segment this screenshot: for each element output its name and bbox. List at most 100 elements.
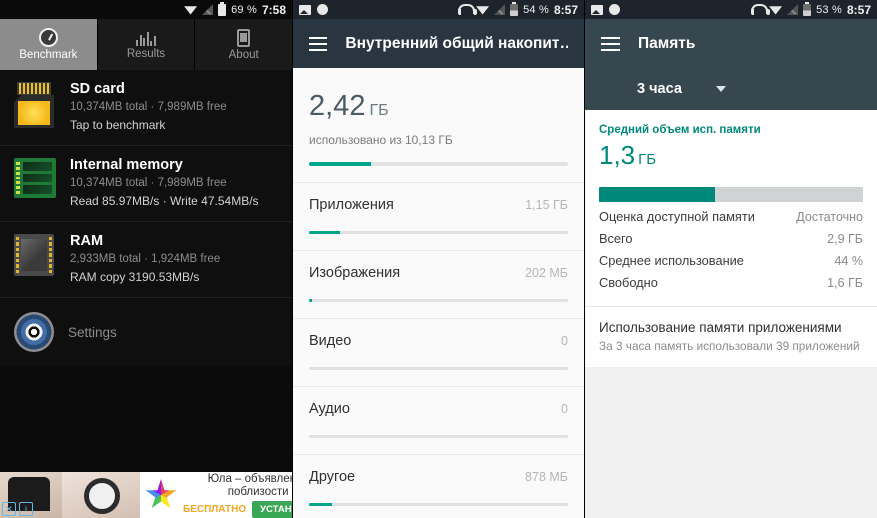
storage-category-bar: [309, 435, 568, 438]
recording-icon: [317, 4, 328, 15]
list-item-ram[interactable]: RAM 2,933MB total · 1,924MB free RAM cop…: [0, 222, 292, 298]
sd-card-icon: [14, 80, 58, 134]
cpu-chip-icon: [14, 232, 58, 286]
memory-stat-value: Достаточно: [796, 210, 863, 224]
memory-usage-bar: [599, 187, 863, 202]
wifi-icon: [476, 6, 490, 15]
signal-off-icon: [202, 4, 214, 15]
battery-icon: [218, 1, 227, 16]
apps-memory-subtitle: За 3 часа память использовали 39 приложе…: [599, 339, 860, 353]
headset-icon: [751, 4, 771, 15]
storage-summary: 2,42 ГБ использовано из 10,13 ГБ: [293, 68, 584, 182]
panel-storage-settings: 54 % 8:57 Внутренний общий накопит… 2,42…: [292, 0, 584, 518]
signal-off-icon: [494, 4, 506, 15]
page-title-memory: Память: [638, 34, 696, 52]
tab-results-label: Results: [126, 47, 166, 60]
phone-icon: [237, 28, 251, 47]
tab-bar: Benchmark Results About: [0, 19, 292, 70]
device-list: SD card 10,374MB total · 7,989MB free Ta…: [0, 70, 292, 366]
storage-category-name: Аудио: [309, 401, 350, 417]
storage-category-row[interactable]: Приложения 1,15 ГБ: [293, 182, 584, 234]
tab-results[interactable]: Results: [98, 19, 196, 70]
memory-stat-key: Свободно: [599, 275, 658, 290]
tab-benchmark[interactable]: Benchmark: [0, 19, 98, 70]
memory-stat-key: Оценка доступной памяти: [599, 209, 755, 224]
bar-chart-icon: [136, 30, 156, 46]
memory-value: 1,3 ГБ: [599, 140, 863, 175]
memory-stat-row: Свободно 1,6 ГБ: [599, 275, 863, 290]
internal-memory-note: Read 85.97MB/s · Write 47.54MB/s: [70, 194, 259, 208]
memory-stat-row: Оценка доступной памяти Достаточно: [599, 209, 863, 224]
screenshot-icon: [591, 4, 603, 15]
status-bar-2: 54 % 8:57: [293, 0, 584, 19]
memory-stat-value: 2,9 ГБ: [827, 232, 863, 246]
list-item-internal-memory[interactable]: Internal memory 10,374MB total · 7,989MB…: [0, 146, 292, 222]
ram-note: RAM copy 3190.53MB/s: [70, 270, 200, 284]
panel-benchmark-app: 69 % 7:58 Benchmark Results About SD car…: [0, 0, 292, 518]
storage-category-value: 202 МБ: [525, 266, 568, 280]
storage-category-name: Видео: [309, 333, 352, 349]
memory-number: 1,3: [599, 140, 636, 170]
list-item-settings[interactable]: Settings: [0, 298, 292, 366]
gear-icon: [11, 309, 57, 355]
storage-category-row[interactable]: Видео 0: [293, 318, 584, 370]
memory-stats-list: Оценка доступной памяти Достаточно Всего 2,…: [599, 209, 863, 290]
tab-about-label: About: [228, 48, 259, 61]
ad-close-icon[interactable]: ✕: [2, 502, 16, 516]
storage-category-bar: [309, 367, 568, 370]
battery-icon: [803, 1, 812, 16]
panel3-empty-area: [585, 367, 877, 518]
ad-logo-icon: [145, 479, 177, 509]
storage-category-value: 0: [561, 334, 568, 348]
wifi-icon: [184, 6, 198, 15]
memory-stat-value: 1,6 ГБ: [827, 276, 863, 290]
memory-stat-row: Всего 2,9 ГБ: [599, 231, 863, 246]
tab-benchmark-label: Benchmark: [19, 49, 78, 61]
tab-about[interactable]: About: [195, 19, 292, 70]
status-bar-3: 53 % 8:57: [585, 0, 877, 19]
hamburger-icon[interactable]: [601, 36, 620, 51]
period-selector[interactable]: 3 часа: [585, 68, 877, 110]
storage-category-value: 1,15 ГБ: [525, 198, 568, 212]
storage-used-subtitle: использовано из 10,13 ГБ: [309, 133, 453, 147]
storage-total-bar: [309, 162, 568, 166]
apps-memory-card[interactable]: Использование памяти приложениями За 3 ч…: [585, 306, 877, 367]
internal-memory-title: Internal memory: [70, 157, 183, 173]
storage-category-row[interactable]: Другое 878 МБ: [293, 454, 584, 506]
app-bar-memory: Память: [585, 19, 877, 68]
ad-info-icon[interactable]: i: [19, 502, 33, 516]
storage-category-row[interactable]: Изображения 202 МБ: [293, 250, 584, 302]
battery-percent-3: 53 %: [816, 3, 842, 16]
ram-title: RAM: [70, 233, 104, 249]
settings-label: Settings: [68, 324, 117, 340]
storage-category-name: Приложения: [309, 197, 394, 213]
battery-percent-2: 54 %: [523, 3, 549, 16]
memory-heading: Средний объем исп. памяти: [599, 124, 761, 136]
clock-3: 8:57: [846, 2, 871, 17]
storage-category-row[interactable]: Аудио 0: [293, 386, 584, 438]
ram-sub: 2,933MB total · 1,924MB free: [70, 253, 221, 265]
ad-title: Юла – объявления поблизости: [207, 472, 292, 498]
storage-category-bar: [309, 231, 568, 234]
hamburger-icon[interactable]: [309, 36, 328, 51]
list-item-sd-card[interactable]: SD card 10,374MB total · 7,989MB free Ta…: [0, 70, 292, 146]
battery-percent-1: 69 %: [231, 3, 257, 16]
sd-card-sub: 10,374MB total · 7,989MB free: [70, 101, 227, 113]
clock-1: 7:58: [261, 2, 286, 17]
panel-memory-settings: 53 % 8:57 Память 3 часа Средний объем ис…: [584, 0, 877, 518]
ad-install-button[interactable]: УСТАНОВИТЬ: [252, 500, 292, 518]
sd-card-title: SD card: [70, 81, 125, 97]
ad-photo-watch: [62, 472, 140, 518]
ad-banner[interactable]: ✕ i Юла – объявления поблизости БЕСПЛАТН…: [0, 472, 292, 518]
ad-images: ✕ i: [0, 472, 140, 518]
memory-stat-key: Среднее использование: [599, 253, 744, 268]
screenshot-icon: [299, 4, 311, 15]
page-title-storage: Внутренний общий накопит…: [345, 34, 568, 52]
wifi-icon: [769, 6, 783, 15]
internal-memory-sub: 10,374MB total · 7,989MB free: [70, 177, 227, 189]
recording-icon: [609, 4, 620, 15]
chevron-down-icon[interactable]: [715, 86, 726, 92]
memory-stat-row: Среднее использование 44 %: [599, 253, 863, 268]
memory-unit: ГБ: [638, 151, 657, 168]
storage-category-name: Другое: [309, 469, 356, 485]
